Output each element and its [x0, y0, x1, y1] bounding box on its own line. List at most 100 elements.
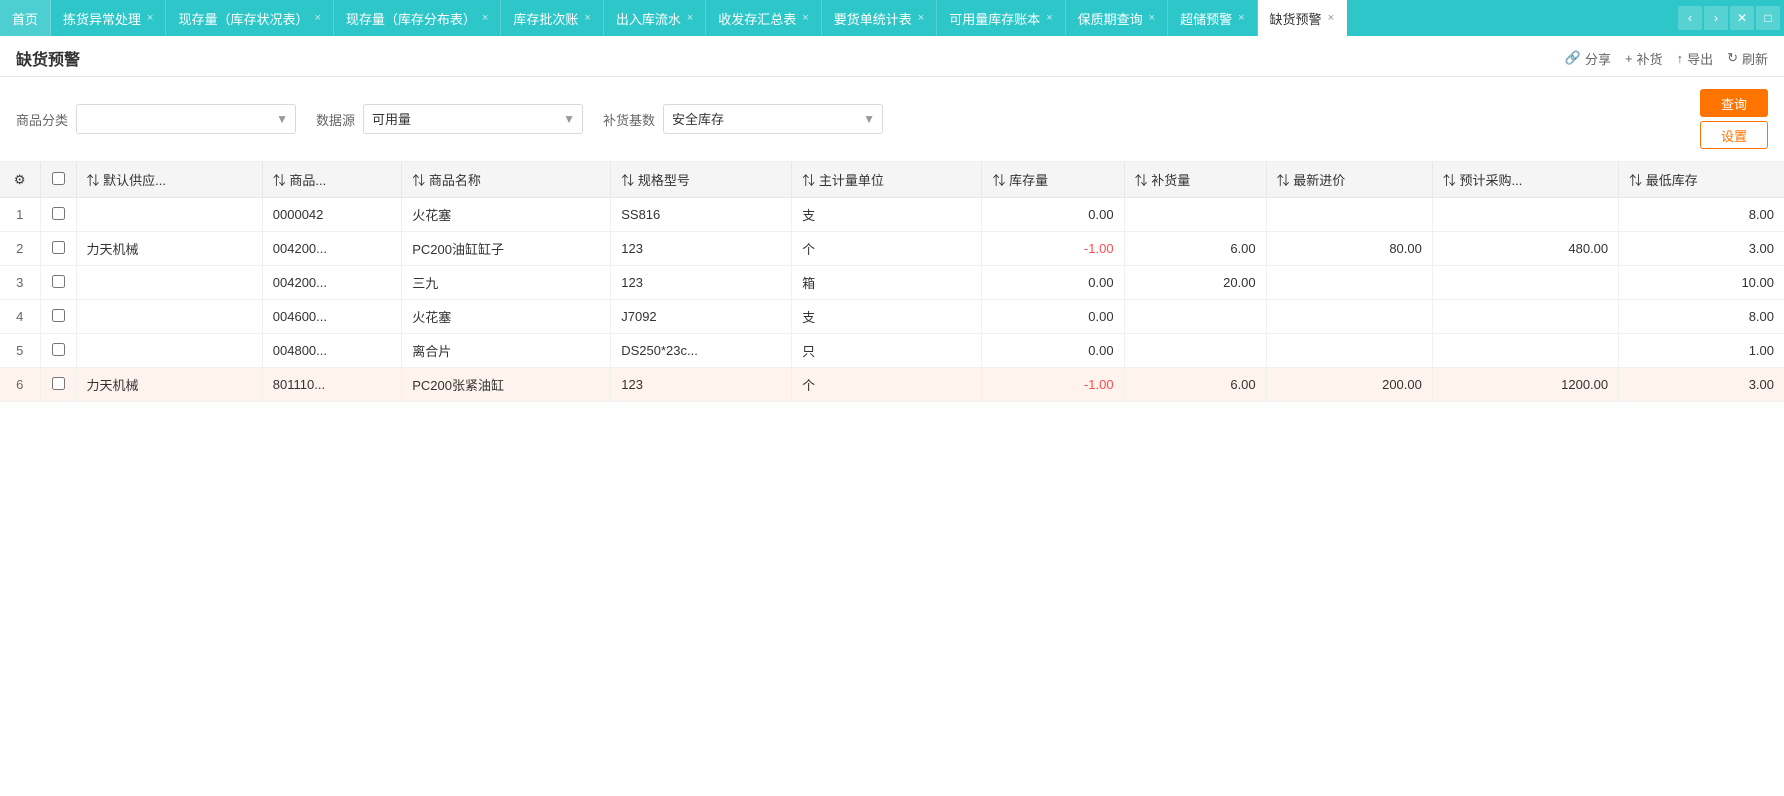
tab-stock-status[interactable]: 现存量（库存状况表） × [166, 0, 333, 36]
tab-next-button[interactable]: › [1704, 6, 1728, 30]
tab-expand-button[interactable]: □ [1756, 6, 1780, 30]
row-checkbox[interactable] [52, 343, 65, 356]
tab-collection[interactable]: 收发存汇总表 × [706, 0, 821, 36]
category-select[interactable] [76, 104, 296, 134]
page-title: 缺货预警 [16, 46, 80, 70]
cell-unit: 个 [792, 232, 982, 266]
tab-inout-close[interactable]: × [687, 12, 693, 24]
cell-unit: 支 [792, 198, 982, 232]
cell-spec: 123 [611, 232, 792, 266]
table-row: 3 004200... 三九 123 箱 0.00 20.00 10.00 [0, 266, 1784, 300]
cell-product-name: 三九 [402, 266, 611, 300]
th-latest-price-sort-icon: ⇅ [1277, 173, 1290, 188]
gear-icon: ⚙ [14, 172, 26, 187]
tab-stock-dist-close[interactable]: × [482, 12, 488, 24]
tab-abnormal[interactable]: 拣货异常处理 × [51, 0, 166, 36]
th-stock[interactable]: ⇅ 库存量 [982, 162, 1124, 198]
tab-shortage[interactable]: 缺货预警 × [1258, 0, 1347, 36]
cell-spec: DS250*23c... [611, 334, 792, 368]
tab-expiry-close[interactable]: × [1149, 12, 1155, 24]
filter-area: 商品分类 ▼ 数据源 可用量 ▼ 补货基数 安全库存 [0, 77, 1784, 162]
cell-product-code: 004600... [262, 300, 401, 334]
tab-collection-close[interactable]: × [802, 12, 808, 24]
export-button[interactable]: ↑ 导出 [1677, 49, 1714, 68]
cell-est-purchase [1432, 198, 1618, 232]
cell-product-name: 离合片 [402, 334, 611, 368]
cell-checkbox[interactable] [40, 300, 76, 334]
th-checkbox[interactable] [40, 162, 76, 198]
cell-default-supplier: 力天机械 [76, 368, 262, 402]
th-latest-price[interactable]: ⇅ 最新进价 [1266, 162, 1432, 198]
tab-inout[interactable]: 出入库流水 × [604, 0, 706, 36]
th-min-stock[interactable]: ⇅ 最低库存 [1619, 162, 1784, 198]
cell-product-name: PC200油缸缸子 [402, 232, 611, 266]
th-restock-qty[interactable]: ⇅ 补货量 [1124, 162, 1266, 198]
restock-select-wrapper: 安全库存 ▼ [663, 104, 883, 134]
page-header: 缺货预警 🔗 分享 + 补货 ↑ 导出 ↻ 刷新 [0, 36, 1784, 77]
tab-batch[interactable]: 库存批次账 × [501, 0, 603, 36]
filter-actions: 查询 设置 [1700, 89, 1768, 149]
th-unit[interactable]: ⇅ 主计量单位 [792, 162, 982, 198]
tab-stock-status-close[interactable]: × [314, 12, 320, 24]
th-gear[interactable]: ⚙ [0, 162, 40, 198]
row-checkbox[interactable] [52, 241, 65, 254]
restock-filter-group: 补货基数 安全库存 ▼ [603, 104, 883, 134]
cell-restock-qty [1124, 198, 1266, 232]
restock-select[interactable]: 安全库存 [663, 104, 883, 134]
tab-nav-buttons: ‹ › ✕ □ [1674, 6, 1784, 30]
row-checkbox[interactable] [52, 275, 65, 288]
cell-restock-qty [1124, 334, 1266, 368]
tab-abnormal-close[interactable]: × [147, 12, 153, 24]
data-table: ⚙ ⇅ 默认供应... ⇅ 商品... ⇅ 商品名称 [0, 162, 1784, 402]
cell-stock: 0.00 [982, 300, 1124, 334]
cell-checkbox[interactable] [40, 368, 76, 402]
export-icon: ↑ [1677, 51, 1684, 66]
select-all-checkbox[interactable] [52, 172, 65, 185]
cell-stock: 0.00 [982, 266, 1124, 300]
th-product-code[interactable]: ⇅ 商品... [262, 162, 401, 198]
settings-button[interactable]: 设置 [1700, 121, 1768, 149]
tab-overstock[interactable]: 超储预警 × [1168, 0, 1257, 36]
cell-stock: 0.00 [982, 198, 1124, 232]
tab-home[interactable]: 首页 [0, 0, 51, 36]
tab-overstock-close[interactable]: × [1238, 12, 1244, 24]
tab-shortage-close[interactable]: × [1328, 12, 1334, 24]
cell-restock-qty [1124, 300, 1266, 334]
row-checkbox[interactable] [52, 309, 65, 322]
th-est-purchase[interactable]: ⇅ 预计采购... [1432, 162, 1618, 198]
tab-bar: 首页 拣货异常处理 × 现存量（库存状况表） × 现存量（库存分布表） × 库存… [0, 0, 1784, 36]
th-product-name[interactable]: ⇅ 商品名称 [402, 162, 611, 198]
tab-order-stat-close[interactable]: × [918, 12, 924, 24]
cell-latest-price [1266, 334, 1432, 368]
cell-checkbox[interactable] [40, 266, 76, 300]
restock-button[interactable]: + 补货 [1625, 49, 1663, 68]
tab-available[interactable]: 可用量库存账本 × [937, 0, 1065, 36]
cell-default-supplier [76, 300, 262, 334]
tab-stock-dist[interactable]: 现存量（库存分布表） × [334, 0, 501, 36]
cell-checkbox[interactable] [40, 198, 76, 232]
table-row: 1 0000042 火花塞 SS816 支 0.00 8.00 [0, 198, 1784, 232]
row-checkbox[interactable] [52, 207, 65, 220]
query-button[interactable]: 查询 [1700, 89, 1768, 117]
cell-product-name: 火花塞 [402, 198, 611, 232]
tab-order-stat[interactable]: 要货单统计表 × [822, 0, 937, 36]
cell-checkbox[interactable] [40, 334, 76, 368]
tab-batch-close[interactable]: × [584, 12, 590, 24]
refresh-button[interactable]: ↻ 刷新 [1727, 49, 1768, 68]
th-spec[interactable]: ⇅ 规格型号 [611, 162, 792, 198]
table-row: 4 004600... 火花塞 J7092 支 0.00 8.00 [0, 300, 1784, 334]
datasource-select[interactable]: 可用量 [363, 104, 583, 134]
cell-default-supplier [76, 266, 262, 300]
tab-expiry[interactable]: 保质期查询 × [1066, 0, 1168, 36]
header-actions: 🔗 分享 + 补货 ↑ 导出 ↻ 刷新 [1565, 49, 1768, 68]
cell-checkbox[interactable] [40, 232, 76, 266]
row-checkbox[interactable] [52, 377, 65, 390]
cell-min-stock: 3.00 [1619, 232, 1784, 266]
share-button[interactable]: 🔗 分享 [1565, 49, 1611, 68]
tab-available-close[interactable]: × [1046, 12, 1052, 24]
tab-close-all-button[interactable]: ✕ [1730, 6, 1754, 30]
cell-product-code: 004200... [262, 266, 401, 300]
cell-product-name: PC200张紧油缸 [402, 368, 611, 402]
th-default-supplier[interactable]: ⇅ 默认供应... [76, 162, 262, 198]
tab-prev-button[interactable]: ‹ [1678, 6, 1702, 30]
